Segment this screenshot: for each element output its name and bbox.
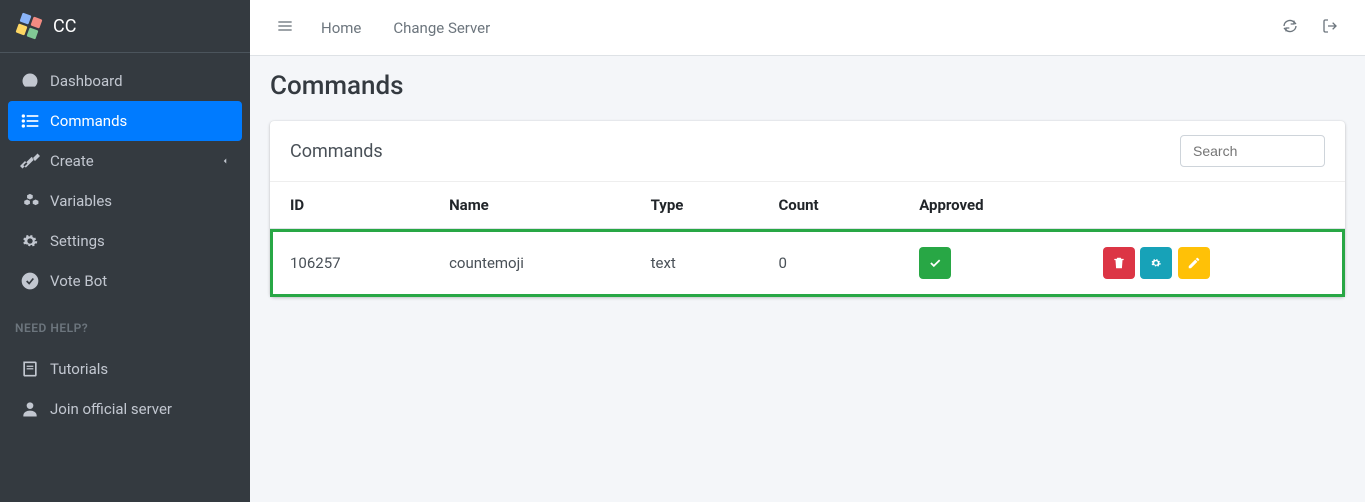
logout-icon[interactable]	[1310, 12, 1350, 44]
sidebar-item-label: Join official server	[50, 400, 172, 418]
brand[interactable]: CC	[0, 0, 250, 53]
search-input[interactable]	[1180, 135, 1325, 167]
book-icon	[20, 359, 40, 379]
check-icon	[928, 256, 942, 270]
commands-card: Commands ID Name Type Count Approved	[270, 121, 1345, 297]
card-header: Commands	[270, 121, 1345, 182]
cell-id: 106257	[270, 229, 429, 298]
sidebar-item-settings[interactable]: Settings	[8, 221, 242, 261]
sidebar-item-label: Settings	[50, 232, 105, 250]
sidebar-item-label: Dashboard	[50, 72, 123, 90]
sidebar-item-create[interactable]: Create	[8, 141, 242, 181]
gear-icon	[1149, 256, 1163, 270]
brand-name: CC	[53, 16, 76, 37]
card-title: Commands	[290, 141, 383, 162]
trash-icon	[1112, 256, 1126, 270]
column-name[interactable]: Name	[429, 182, 631, 229]
edit-button[interactable]	[1178, 247, 1210, 279]
cell-name: countemoji	[429, 229, 631, 298]
chevron-left-icon	[220, 152, 230, 170]
cog-icon	[20, 231, 40, 251]
sidebar-item-label: Vote Bot	[50, 272, 107, 290]
check-circle-icon	[20, 271, 40, 291]
sidebar-item-tutorials[interactable]: Tutorials	[8, 349, 242, 389]
tachometer-icon	[20, 71, 40, 91]
sidebar-help-header: NEED HELP?	[0, 309, 250, 341]
settings-button[interactable]	[1140, 247, 1172, 279]
column-approved[interactable]: Approved	[899, 182, 1082, 229]
list-icon	[20, 111, 40, 131]
column-type[interactable]: Type	[631, 182, 759, 229]
topbar: Home Change Server	[250, 0, 1365, 56]
cubes-icon	[20, 191, 40, 211]
topbar-link-home[interactable]: Home	[305, 13, 377, 43]
topbar-link-change-server[interactable]: Change Server	[377, 13, 506, 43]
commands-table: ID Name Type Count Approved 106257 count…	[270, 182, 1345, 297]
cell-actions	[1083, 229, 1346, 298]
cell-count: 0	[758, 229, 899, 298]
table-row[interactable]: 106257 countemoji text 0	[270, 229, 1345, 298]
delete-button[interactable]	[1103, 247, 1135, 279]
brand-logo-icon	[15, 12, 43, 40]
refresh-icon[interactable]	[1270, 12, 1310, 44]
pencil-icon	[1187, 256, 1201, 270]
cell-type: text	[631, 229, 759, 298]
sidebar-item-votebot[interactable]: Vote Bot	[8, 261, 242, 301]
sidebar: CC Dashboard Commands Create Variables	[0, 0, 250, 502]
column-count[interactable]: Count	[758, 182, 899, 229]
sidebar-item-join-server[interactable]: Join official server	[8, 389, 242, 429]
sidebar-item-commands[interactable]: Commands	[8, 101, 242, 141]
column-id[interactable]: ID	[270, 182, 429, 229]
cell-approved	[899, 229, 1082, 298]
sidebar-item-label: Tutorials	[50, 360, 108, 378]
user-icon	[20, 399, 40, 419]
sidebar-item-dashboard[interactable]: Dashboard	[8, 61, 242, 101]
main-content: Home Change Server Commands Commands ID …	[250, 0, 1365, 502]
tools-icon	[20, 151, 40, 171]
sidebar-nav: Dashboard Commands Create Variables Sett…	[0, 53, 250, 309]
menu-toggle-icon[interactable]	[265, 12, 305, 44]
sidebar-item-label: Variables	[50, 192, 112, 210]
approved-badge[interactable]	[919, 247, 951, 279]
column-actions	[1083, 182, 1346, 229]
sidebar-item-variables[interactable]: Variables	[8, 181, 242, 221]
sidebar-item-label: Commands	[50, 112, 127, 130]
sidebar-help-nav: Tutorials Join official server	[0, 341, 250, 437]
sidebar-item-label: Create	[50, 152, 94, 170]
page-title: Commands	[250, 56, 1365, 111]
